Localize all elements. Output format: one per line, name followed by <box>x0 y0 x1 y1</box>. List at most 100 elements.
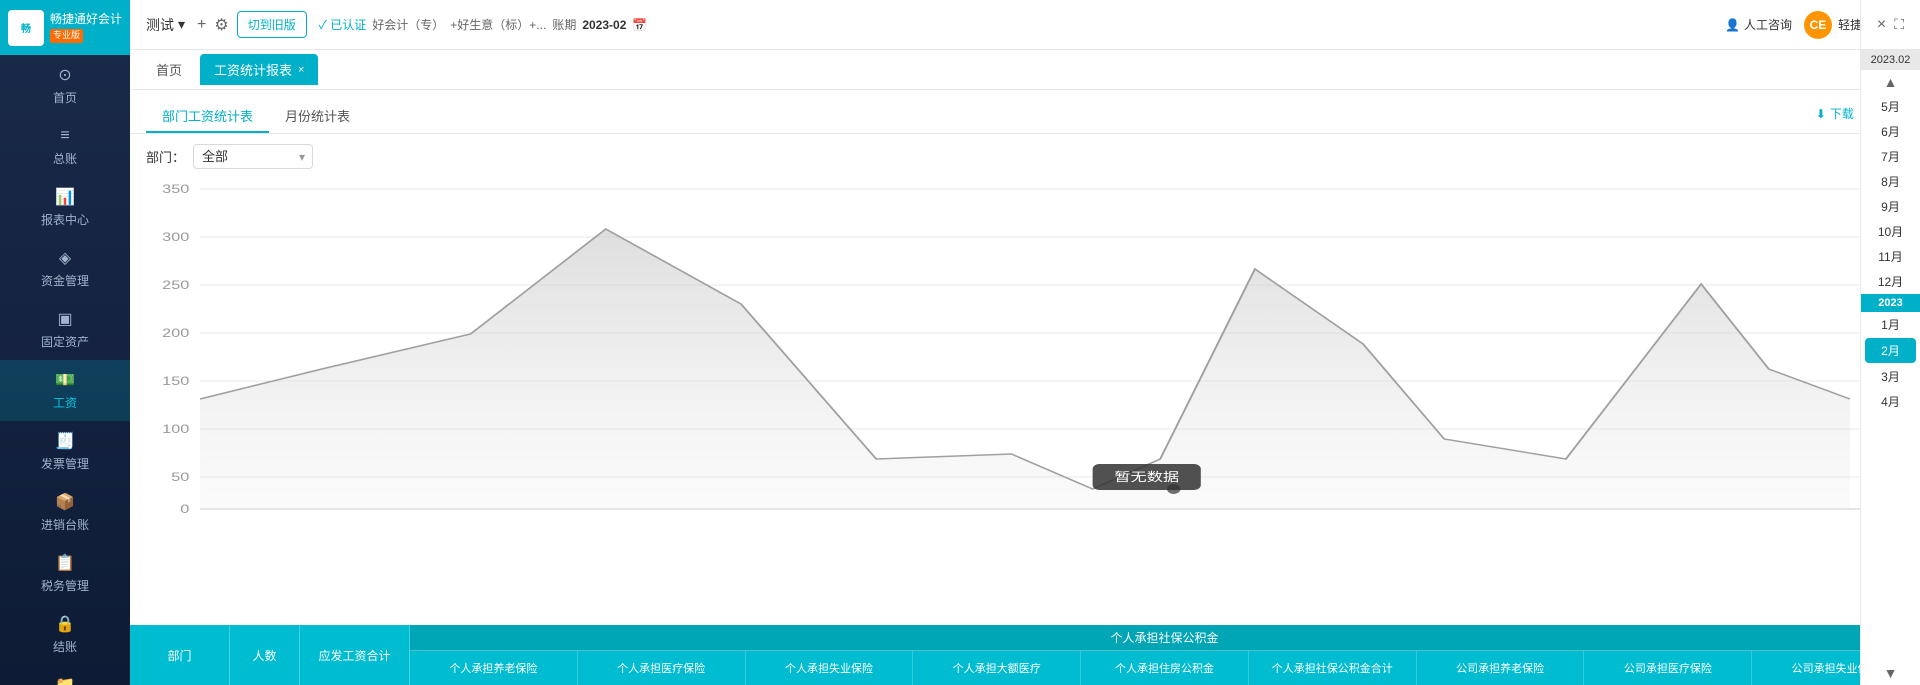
sidebar-nav: ⊙ 首页 ≡ 总账 📊 报表中心 ◈ 资金管理 ▣ 固定资产 💵 工资 🧾 发票… <box>0 55 130 685</box>
dropdown-icon[interactable]: ▾ <box>178 16 185 33</box>
support-button[interactable]: 👤 人工咨询 <box>1725 16 1792 33</box>
col-group-personal: 个人承担社保公积金 个人承担养老保险 个人承担医疗保险 个人承担失业保险 个人承… <box>410 625 1920 685</box>
sidebar-item-funds[interactable]: ◈ 资金管理 <box>0 238 130 299</box>
ledger-icon: ≡ <box>55 126 75 146</box>
sidebar-item-label: 资金管理 <box>41 272 89 289</box>
sub-col-6: 公司承担养老保险 <box>1417 651 1585 685</box>
settings-button[interactable]: ⚙ <box>214 15 228 35</box>
sub-col-3: 个人承担大额医疗 <box>913 651 1081 685</box>
edition-badge: 专业版 <box>50 29 83 43</box>
sub-col-1: 个人承担医疗保险 <box>578 651 746 685</box>
logo-text: 畅捷通好会计 专业版 <box>50 12 122 43</box>
date-panel: 2023.02 ▲ 5月 6月 7月 8月 9月 10月 11月 12月 202… <box>1861 50 1920 685</box>
tab-close-icon[interactable]: × <box>298 64 304 76</box>
date-month-8[interactable]: 8月 <box>1861 169 1920 194</box>
sidebar-item-assets[interactable]: ▣ 固定资产 <box>0 299 130 360</box>
period-label: 账期 <box>552 16 576 33</box>
sidebar-item-reports[interactable]: 📊 报表中心 <box>0 177 130 238</box>
date-year-2023: 2023 <box>1861 294 1920 312</box>
sidebar-item-settle[interactable]: 🔒 结账 <box>0 604 130 665</box>
panel-maximize-btn[interactable]: ⛶ <box>1894 16 1904 33</box>
date-month-1[interactable]: 1月 <box>1861 312 1920 337</box>
date-month-3[interactable]: 3月 <box>1861 364 1920 389</box>
date-month-10[interactable]: 10月 <box>1861 219 1920 244</box>
col-group-personal-header: 个人承担社保公积金 <box>410 625 1919 651</box>
sub-tab-dept[interactable]: 部门工资统计表 <box>146 100 269 133</box>
svg-text:0: 0 <box>180 503 189 516</box>
account-type: 好会计（专） <box>372 16 444 33</box>
sidebar-item-tax[interactable]: 📋 税务管理 <box>0 543 130 604</box>
sidebar-item-archive[interactable]: 📁 归档管理 <box>0 665 130 685</box>
panel-close-btn[interactable]: × <box>1877 16 1886 34</box>
sub-col-7: 公司承担医疗保险 <box>1584 651 1752 685</box>
date-month-6[interactable]: 6月 <box>1861 119 1920 144</box>
sidebar-item-label: 总账 <box>53 150 77 167</box>
date-month-2-active[interactable]: 2月 <box>1865 338 1916 363</box>
date-month-11[interactable]: 11月 <box>1861 244 1920 269</box>
salary-icon: 💵 <box>55 370 75 390</box>
tax-icon: 📋 <box>55 553 75 573</box>
sidebar-item-home[interactable]: ⊙ 首页 <box>0 55 130 116</box>
topbar-status: ✓ 已认证 好会计（专） +好生意（标）+... 账期 2023-02 📅 <box>319 16 648 33</box>
sub-col-4: 个人承担住房公积金 <box>1081 651 1249 685</box>
sub-col-2: 个人承担失业保险 <box>746 651 914 685</box>
add-button[interactable]: + <box>197 16 206 34</box>
svg-text:200: 200 <box>162 327 189 340</box>
sub-col-0: 个人承担养老保险 <box>410 651 578 685</box>
calendar-icon[interactable]: 📅 <box>632 18 647 32</box>
date-month-4[interactable]: 4月 <box>1861 389 1920 414</box>
funds-icon: ◈ <box>55 248 75 268</box>
extra-services: +好生意（标）+... <box>450 16 546 33</box>
company-name[interactable]: 测试 ▾ <box>146 15 185 35</box>
date-month-5[interactable]: 5月 <box>1861 94 1920 119</box>
sidebar-item-label: 报表中心 <box>41 211 89 228</box>
sidebar-item-salary[interactable]: 💵 工资 <box>0 360 130 421</box>
topbar: 测试 ▾ + ⚙ 切到旧版 ✓ 已认证 好会计（专） +好生意（标）+... 账… <box>130 0 1920 50</box>
logo-icon: 畅 <box>8 10 44 46</box>
right-panel: × ⛶ 2023.02 ▲ 5月 6月 7月 8月 9月 10月 11月 12月… <box>1860 0 1920 685</box>
settle-icon: 🔒 <box>55 614 75 634</box>
sidebar-item-label: 税务管理 <box>41 577 89 594</box>
dept-select-wrapper: 全部 <box>193 144 313 169</box>
sidebar-item-label: 进销台账 <box>41 516 89 533</box>
right-panel-top: × ⛶ <box>1861 0 1920 50</box>
chart-svg: 350 300 250 200 150 100 50 0 <box>146 179 1904 519</box>
topbar-actions: + ⚙ 切到旧版 <box>197 11 307 38</box>
sidebar-item-invoice[interactable]: 🧾 发票管理 <box>0 421 130 482</box>
date-nav-down[interactable]: ▼ <box>1880 661 1902 685</box>
sidebar-item-label: 发票管理 <box>41 455 89 472</box>
date-month-9[interactable]: 9月 <box>1861 194 1920 219</box>
support-icon: 👤 <box>1725 18 1740 32</box>
tab-home-label: 首页 <box>156 60 182 79</box>
chart-area: 350 300 250 200 150 100 50 0 <box>130 179 1920 625</box>
dept-select[interactable]: 全部 <box>193 144 313 169</box>
sidebar-item-label: 首页 <box>53 89 77 106</box>
tab-salary[interactable]: 工资统计报表 × <box>200 54 318 85</box>
switch-old-button[interactable]: 切到旧版 <box>237 11 307 38</box>
svg-text:250: 250 <box>162 279 189 292</box>
user-avatar: CE <box>1804 11 1832 39</box>
app-logo: 畅 畅捷通好会计 专业版 <box>0 0 130 55</box>
tabs-bar: 首页 工资统计报表 × × ⛶ <box>130 50 1920 90</box>
sidebar-item-label: 固定资产 <box>41 333 89 350</box>
filter-bar: 部门： 全部 <box>130 134 1920 179</box>
col-count: 人数 <box>230 625 300 685</box>
date-month-12[interactable]: 12月 <box>1861 269 1920 294</box>
download-button[interactable]: ⬇ 下载 <box>1816 105 1854 122</box>
date-nav-up[interactable]: ▲ <box>1880 70 1902 94</box>
tab-home[interactable]: 首页 <box>142 54 196 85</box>
sub-tabs: 部门工资统计表 月份统计表 ⬇ 下载 ↻ 刷新 <box>130 90 1920 134</box>
archive-icon: 📁 <box>55 675 75 685</box>
sidebar-item-ledger[interactable]: ≡ 总账 <box>0 116 130 177</box>
sidebar-item-sales[interactable]: 📦 进销台账 <box>0 482 130 543</box>
svg-text:350: 350 <box>162 183 189 196</box>
home-icon: ⊙ <box>55 65 75 85</box>
verified-badge: ✓ 已认证 <box>319 16 367 33</box>
date-month-7[interactable]: 7月 <box>1861 144 1920 169</box>
col-group-personal-cells: 个人承担养老保险 个人承担医疗保险 个人承担失业保险 个人承担大额医疗 个人承担… <box>410 651 1919 685</box>
col-dept: 部门 <box>130 625 230 685</box>
sub-tab-monthly[interactable]: 月份统计表 <box>269 100 366 133</box>
download-icon: ⬇ <box>1816 107 1826 121</box>
svg-text:暂无数据: 暂无数据 <box>1114 470 1179 484</box>
reports-icon: 📊 <box>55 187 75 207</box>
